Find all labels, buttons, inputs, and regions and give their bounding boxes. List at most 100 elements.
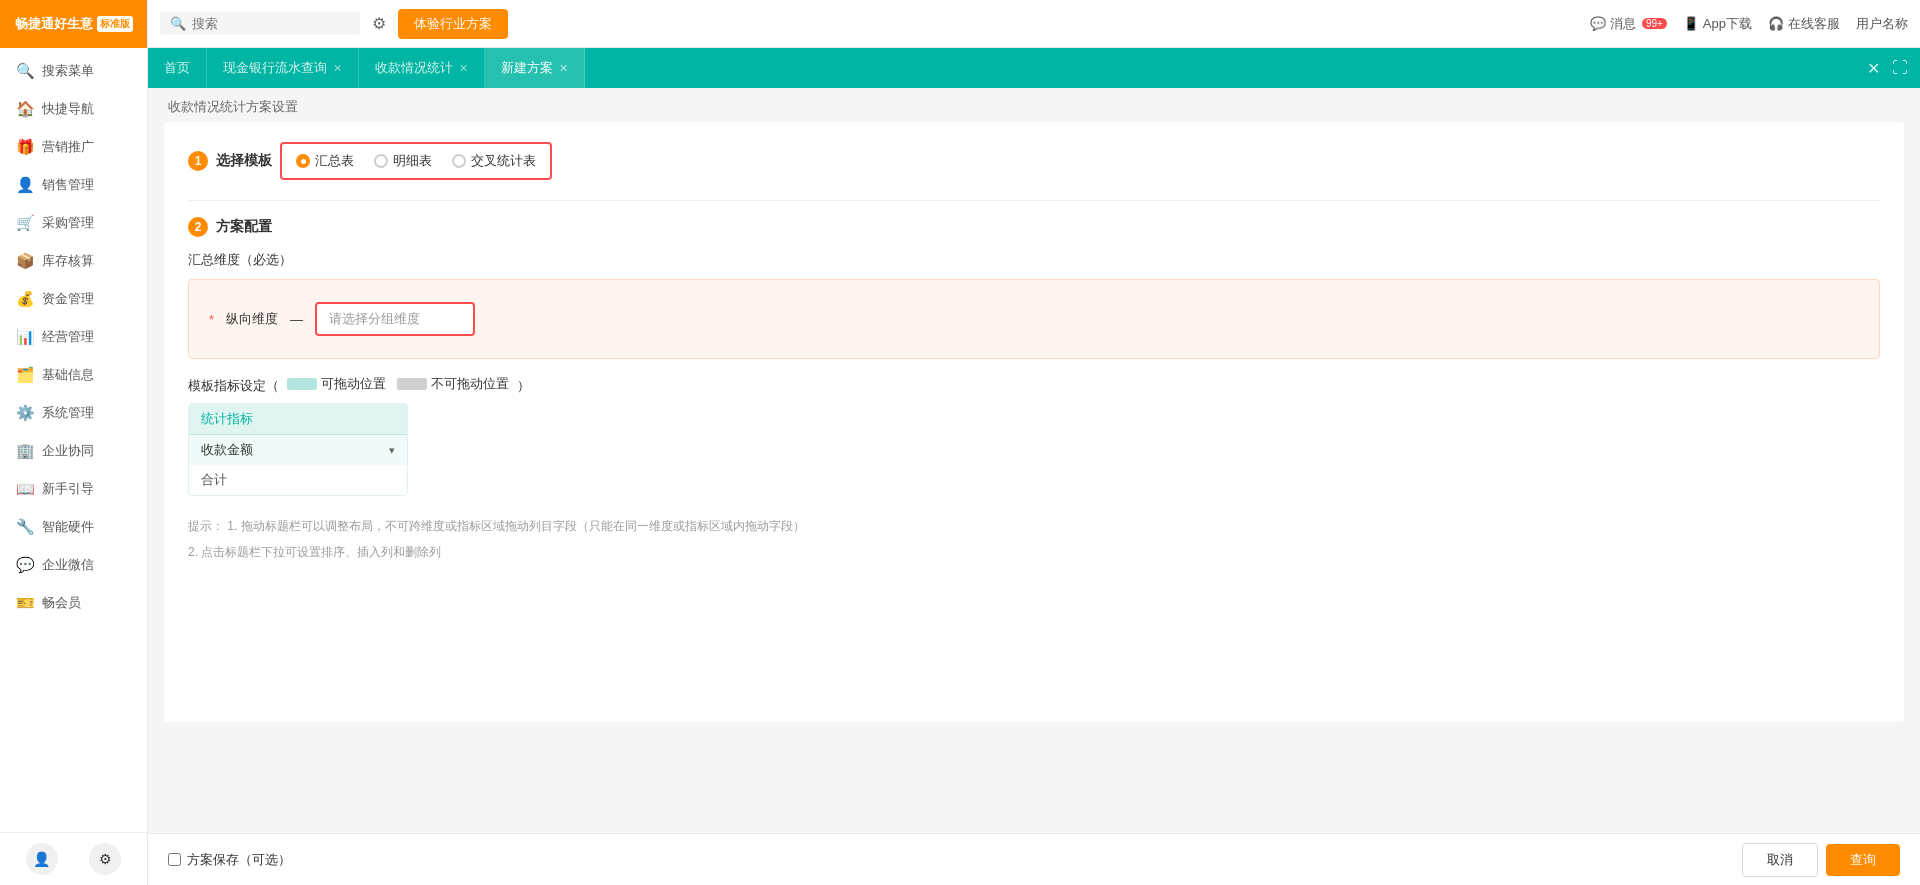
- sidebar-item-finance[interactable]: 💰资金管理: [0, 280, 147, 318]
- save-checkbox-text: 方案保存（可选）: [187, 851, 291, 869]
- gear-icon[interactable]: ⚙: [372, 14, 386, 33]
- tab-collect-stat[interactable]: 收款情况统计✕: [359, 48, 485, 88]
- sidebar-item-label-corp-wechat: 企业微信: [42, 556, 94, 574]
- sidebar-item-label-system: 系统管理: [42, 404, 94, 422]
- tabbar: 首页现金银行流水查询✕收款情况统计✕新建方案✕ ✕ ⛶: [148, 48, 1920, 88]
- sidebar-item-purchase[interactable]: 🛒采购管理: [0, 204, 147, 242]
- sidebar-item-label-quick-nav: 快捷导航: [42, 100, 94, 118]
- tab-close-bank-flow[interactable]: ✕: [333, 62, 342, 75]
- app-download-btn[interactable]: 📱 App下载: [1683, 15, 1752, 33]
- sidebar-item-inventory[interactable]: 📦库存核算: [0, 242, 147, 280]
- sidebar-item-sales[interactable]: 👤销售管理: [0, 166, 147, 204]
- sidebar-item-guide[interactable]: 📖 新手引导: [0, 470, 147, 508]
- sidebar-item-label-sales: 销售管理: [42, 176, 94, 194]
- minimize-icon[interactable]: ✕: [1863, 55, 1884, 82]
- notification-btn[interactable]: 💬 消息 99+: [1590, 15, 1667, 33]
- step1-num: 1: [188, 151, 208, 171]
- sidebar-item-label-search: 搜索菜单: [42, 62, 94, 80]
- sidebar-item-label-guide: 新手引导: [42, 480, 94, 498]
- sidebar-item-label-member: 畅会员: [42, 594, 81, 612]
- footer-bar: 方案保存（可选） 取消 查询: [148, 833, 1920, 885]
- radio-label-summary: 汇总表: [315, 152, 354, 170]
- breadcrumb: 收款情况统计方案设置: [168, 99, 298, 114]
- sidebar-bottom: 👤 ⚙: [0, 832, 147, 885]
- sidebar-item-search[interactable]: 🔍 搜索菜单: [0, 52, 147, 90]
- sidebar-item-system[interactable]: ⚙️ 系统管理: [0, 394, 147, 432]
- step2-title: 方案配置: [216, 218, 272, 236]
- sidebar-item-marketing[interactable]: 🎁营销推广: [0, 128, 147, 166]
- tab-new-plan[interactable]: 新建方案✕: [485, 48, 585, 88]
- metric-subrow-total: 合计: [189, 465, 407, 495]
- topbar: 🔍 ⚙ 体验行业方案 💬 消息 99+ 📱 App下载 🎧 在线客服 用户名称: [148, 0, 1920, 48]
- sidebar: 畅捷通好生意 标准版 🔍搜索菜单🏠快捷导航🎁营销推广👤销售管理🛒采购管理📦库存核…: [0, 0, 148, 885]
- drag-legend-label: 可拖动位置: [321, 375, 386, 393]
- nodrag-legend-dot: [397, 378, 427, 390]
- app-icon: 📱: [1683, 16, 1699, 31]
- sidebar-item-member[interactable]: 🎫畅会员: [0, 584, 147, 622]
- sidebar-bottom-icon-1[interactable]: 👤: [26, 843, 58, 875]
- username-label: 用户名称: [1856, 15, 1908, 33]
- tab-close-collect-stat[interactable]: ✕: [459, 62, 468, 75]
- cancel-button[interactable]: 取消: [1742, 843, 1818, 877]
- sidebar-item-basic-info[interactable]: 🗂️基础信息: [0, 356, 147, 394]
- notification-badge: 99+: [1642, 18, 1667, 29]
- tips-item-1: 1. 拖动标题栏可以调整布局，不可跨维度或指标区域拖动列目字段（只能在同一维度或…: [227, 519, 804, 533]
- step1-section: 1 选择模板 汇总表 明细表 交叉统计表: [188, 142, 1880, 180]
- dim-select-placeholder: 请选择分组维度: [329, 311, 420, 326]
- tab-home[interactable]: 首页: [148, 48, 207, 88]
- topbar-search[interactable]: 🔍: [160, 12, 360, 35]
- page-header: 收款情况统计方案设置: [148, 88, 1920, 122]
- metric-table: 统计指标 收款金额 ▾ 合计: [188, 403, 408, 496]
- step1-title: 选择模板: [216, 152, 272, 170]
- step2-header: 2 方案配置: [188, 217, 1880, 237]
- search-icon: 🔍: [16, 62, 34, 80]
- radio-label-detail: 明细表: [393, 152, 432, 170]
- tab-bank-flow[interactable]: 现金银行流水查询✕: [207, 48, 359, 88]
- drag-legend-dot: [287, 378, 317, 390]
- required-star: *: [209, 312, 214, 327]
- sidebar-item-quick-nav[interactable]: 🏠快捷导航: [0, 90, 147, 128]
- sidebar-item-label-corp-collab: 企业协同: [42, 442, 94, 460]
- system-icon: ⚙️: [16, 404, 34, 422]
- template-selector: 汇总表 明细表 交叉统计表: [280, 142, 552, 180]
- corp-wechat-icon: 💬: [16, 556, 34, 574]
- metric-row-amount[interactable]: 收款金额 ▾: [189, 435, 407, 465]
- sidebar-item-label-finance: 资金管理: [42, 290, 94, 308]
- radio-option-detail[interactable]: 明细表: [374, 152, 432, 170]
- notification-icon: 💬: [1590, 16, 1606, 31]
- sidebar-bottom-icon-2[interactable]: ⚙: [89, 843, 121, 875]
- step2-num: 2: [188, 217, 208, 237]
- online-support-btn[interactable]: 🎧 在线客服: [1768, 15, 1840, 33]
- sidebar-item-operations[interactable]: 📊经营管理: [0, 318, 147, 356]
- save-checkbox-label[interactable]: 方案保存（可选）: [168, 851, 291, 869]
- query-button[interactable]: 查询: [1826, 844, 1900, 876]
- sidebar-item-corp-collab[interactable]: 🏢 企业协同: [0, 432, 147, 470]
- operations-icon: 📊: [16, 328, 34, 346]
- corp-collab-icon: 🏢: [16, 442, 34, 460]
- save-checkbox[interactable]: [168, 853, 181, 866]
- sidebar-logo: 畅捷通好生意 标准版: [0, 0, 147, 48]
- radio-option-summary[interactable]: 汇总表: [296, 152, 354, 170]
- dim-select[interactable]: 请选择分组维度: [315, 302, 475, 336]
- topbar-right: 💬 消息 99+ 📱 App下载 🎧 在线客服 用户名称: [1590, 15, 1908, 33]
- trial-btn[interactable]: 体验行业方案: [398, 9, 508, 39]
- inventory-icon: 📦: [16, 252, 34, 270]
- sidebar-item-corp-wechat[interactable]: 💬 企业微信: [0, 546, 147, 584]
- metric-amount-label: 收款金额: [201, 441, 253, 459]
- sidebar-item-label-marketing: 营销推广: [42, 138, 94, 156]
- sidebar-badge: 标准版: [97, 16, 133, 32]
- maximize-icon[interactable]: ⛶: [1888, 55, 1912, 81]
- sidebar-item-label-smart-hw: 智能硬件: [42, 518, 94, 536]
- smart-hw-icon: 🔧: [16, 518, 34, 536]
- tips-item-2: 2. 点击标题栏下拉可设置排序、插入列和删除列: [188, 542, 1880, 564]
- metric-label: 模板指标设定（ 可拖动位置 不可拖动位置 ）: [188, 375, 1880, 395]
- tab-close-new-plan[interactable]: ✕: [559, 62, 568, 75]
- dimension-row: * 纵向维度 — 请选择分组维度: [209, 302, 475, 336]
- guide-icon: 📖: [16, 480, 34, 498]
- sidebar-item-label-purchase: 采购管理: [42, 214, 94, 232]
- nodrag-legend-label: 不可拖动位置: [431, 375, 509, 393]
- sidebar-item-label-basic-info: 基础信息: [42, 366, 94, 384]
- search-input[interactable]: [192, 16, 342, 31]
- radio-option-cross[interactable]: 交叉统计表: [452, 152, 536, 170]
- sidebar-item-smart-hw[interactable]: 🔧 智能硬件: [0, 508, 147, 546]
